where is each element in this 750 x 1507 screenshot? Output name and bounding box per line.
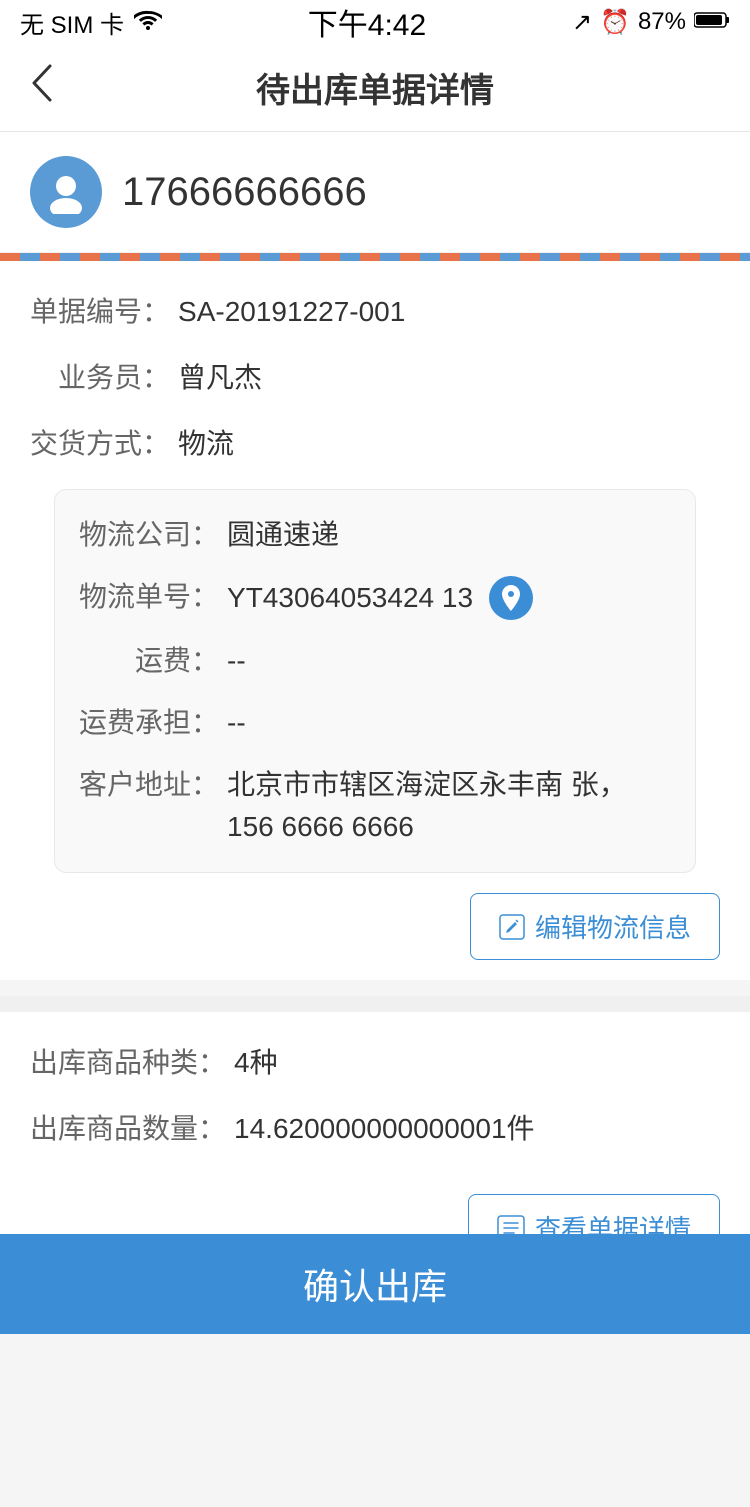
- delivery-label: 交货方式：: [30, 423, 170, 465]
- wifi-icon: [134, 8, 162, 37]
- battery-percent: 87%: [638, 8, 686, 36]
- nav-bar: 待出库单据详情: [0, 44, 750, 132]
- customer-header: 17666666666: [0, 132, 750, 253]
- logistics-tracking-row: 物流单号： YT43064053424 13: [79, 576, 671, 620]
- bottom-space: [0, 1307, 750, 1507]
- confirm-bar[interactable]: 确认出库: [0, 1234, 750, 1334]
- page-title: 待出库单据详情: [256, 63, 494, 112]
- freight-bearer-value: --: [227, 702, 671, 744]
- order-info-section: 单据编号： SA-20191227-001 业务员： 曾凡杰 交货方式： 物流 …: [0, 261, 750, 980]
- status-bar: 无 SIM 卡 下午4:42 ↗ ⏰ 87%: [0, 0, 750, 44]
- order-no-value: SA-20191227-001: [178, 291, 720, 333]
- location-status-icon: ↗: [572, 8, 592, 37]
- order-no-row: 单据编号： SA-20191227-001: [30, 291, 720, 333]
- back-button[interactable]: [30, 64, 52, 111]
- alarm-icon: ⏰: [600, 8, 630, 37]
- logistics-company-value: 圆通速递: [227, 514, 671, 556]
- product-quantity-label: 出库商品数量：: [30, 1108, 226, 1150]
- freight-bearer-row: 运费承担： --: [79, 702, 671, 744]
- dashed-divider: [0, 253, 750, 261]
- sim-status: 无 SIM 卡: [20, 5, 124, 40]
- confirm-button-label: 确认出库: [303, 1258, 447, 1310]
- freight-value: --: [227, 640, 671, 682]
- tracking-location-icon[interactable]: [489, 576, 533, 620]
- salesman-value: 曾凡杰: [178, 357, 720, 399]
- status-left: 无 SIM 卡: [20, 5, 162, 40]
- delivery-value: 物流: [178, 423, 720, 465]
- section-divider-1: [0, 996, 750, 1012]
- address-value: 北京市市辖区海淀区永丰南 张，156 6666 6666: [227, 764, 671, 848]
- product-quantity-value: 14.620000000000001件: [234, 1108, 720, 1150]
- product-quantity-row: 出库商品数量： 14.620000000000001件: [30, 1108, 720, 1150]
- product-category-value: 4种: [234, 1042, 720, 1084]
- product-category-label: 出库商品种类：: [30, 1042, 226, 1084]
- customer-phone: 17666666666: [122, 170, 367, 215]
- tracking-number: YT43064053424 13: [227, 577, 473, 619]
- avatar: [30, 156, 102, 228]
- logistics-company-label: 物流公司：: [79, 514, 219, 556]
- battery-icon: [694, 8, 730, 36]
- salesman-row: 业务员： 曾凡杰: [30, 357, 720, 399]
- logistics-tracking-value: YT43064053424 13: [227, 576, 671, 620]
- edit-logistics-label: 编辑物流信息: [535, 908, 691, 945]
- product-category-row: 出库商品种类： 4种: [30, 1042, 720, 1084]
- status-time: 下午4:42: [308, 0, 426, 44]
- order-no-label: 单据编号：: [30, 291, 170, 333]
- address-row: 客户地址： 北京市市辖区海淀区永丰南 张，156 6666 6666: [79, 764, 671, 848]
- freight-label: 运费：: [79, 640, 219, 682]
- freight-row: 运费： --: [79, 640, 671, 682]
- logistics-card: 物流公司： 圆通速递 物流单号： YT43064053424 13 运费： --: [54, 489, 696, 873]
- delivery-row: 交货方式： 物流: [30, 423, 720, 465]
- edit-btn-row: 编辑物流信息: [30, 873, 720, 960]
- logistics-tracking-label: 物流单号：: [79, 576, 219, 618]
- address-label: 客户地址：: [79, 764, 219, 806]
- freight-bearer-label: 运费承担：: [79, 702, 219, 744]
- salesman-label: 业务员：: [30, 357, 170, 399]
- edit-logistics-button[interactable]: 编辑物流信息: [470, 893, 720, 960]
- status-right: ↗ ⏰ 87%: [572, 8, 730, 37]
- logistics-company-row: 物流公司： 圆通速递: [79, 514, 671, 556]
